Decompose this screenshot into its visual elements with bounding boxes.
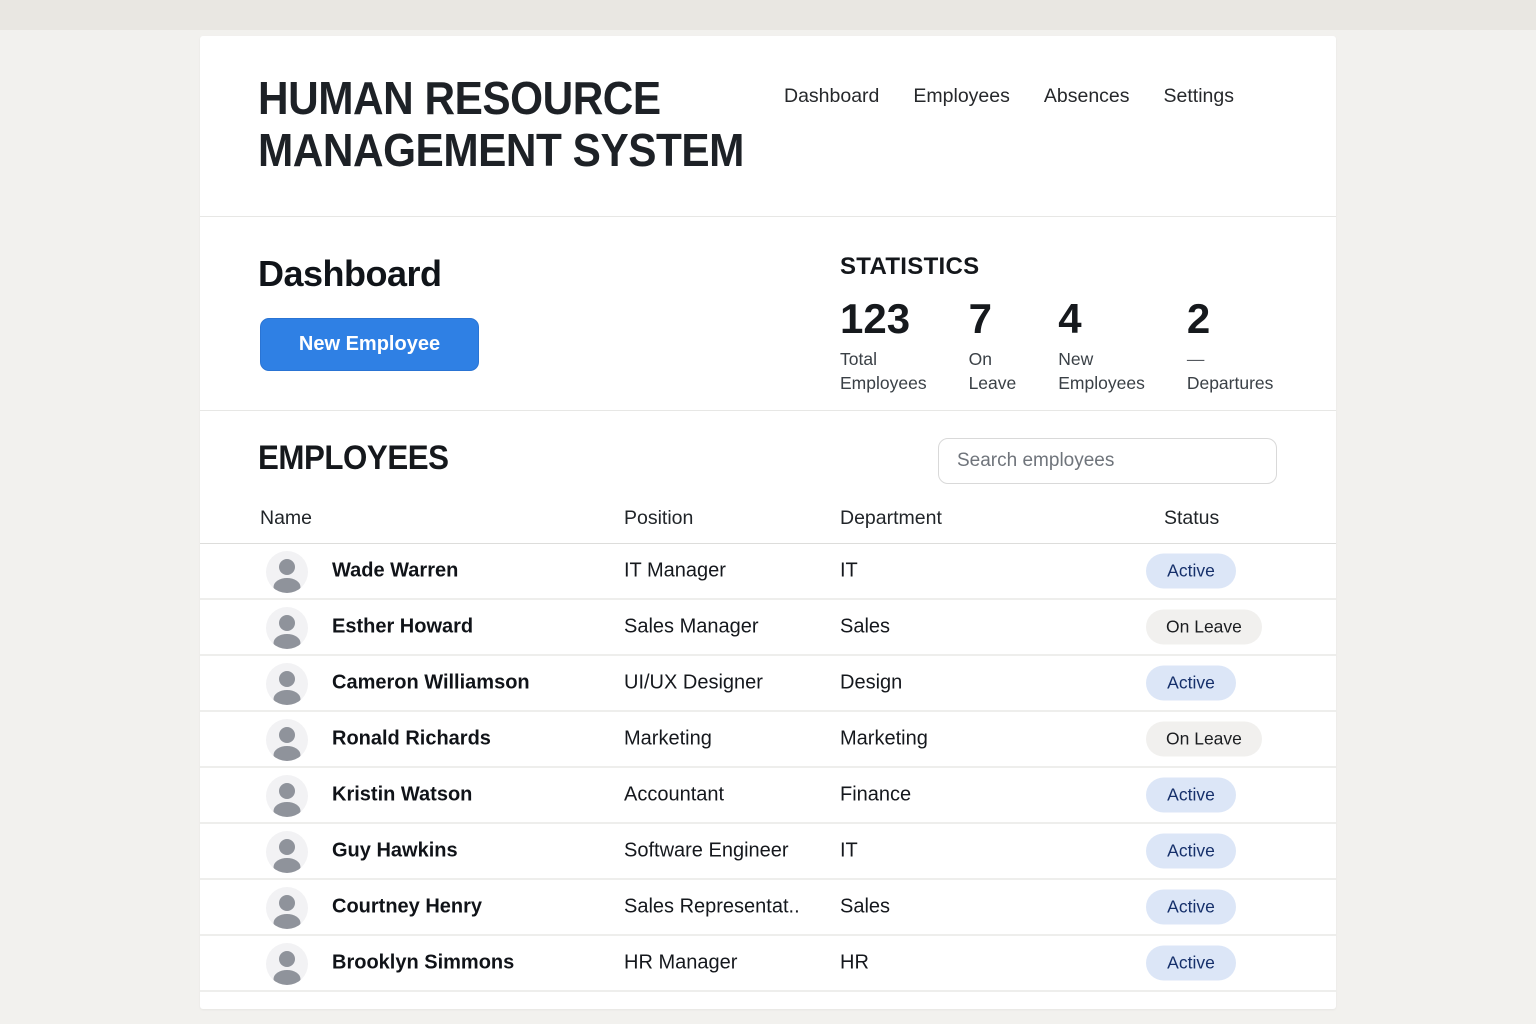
table-row[interactable]: Brooklyn Simmons HR Manager HR Active (200, 936, 1336, 992)
avatar (266, 831, 308, 873)
avatar (266, 663, 308, 705)
employee-name: Brooklyn Simmons (332, 951, 515, 974)
app-window: HUMAN RESOURCE MANAGEMENT SYSTEM Dashboa… (200, 36, 1336, 1009)
status-badge: Active (1146, 945, 1236, 981)
status-badge: Active (1146, 889, 1236, 925)
employee-position: Sales Representat.. (624, 895, 800, 918)
avatar (266, 607, 308, 649)
app-title: HUMAN RESOURCE MANAGEMENT SYSTEM (258, 72, 744, 176)
employee-department: IT (840, 839, 858, 862)
stat-label: Departures (1186, 373, 1274, 393)
avatar (266, 719, 308, 761)
stat-value: 4 (1058, 295, 1082, 342)
status-badge: Active (1146, 665, 1236, 701)
table-row[interactable]: Wade Warren IT Manager IT Active (200, 544, 1336, 600)
avatar (266, 943, 308, 985)
stat-total-employees: 123 Total Employees (840, 297, 927, 395)
statistics-heading: STATISTICS (840, 253, 980, 280)
new-employee-button[interactable]: New Employee (260, 318, 479, 371)
app-title-line2: MANAGEMENT SYSTEM (258, 124, 744, 176)
employees-table: Wade Warren IT Manager IT Active Esther … (200, 543, 1336, 992)
employee-position: HR Manager (624, 951, 738, 974)
table-row[interactable]: Courtney Henry Sales Representat.. Sales… (200, 880, 1336, 936)
stat-on-leave: 7 On Leave (969, 297, 1017, 395)
dashboard-section: Dashboard New Employee STATISTICS 123 To… (200, 217, 1336, 411)
nav-item-employees[interactable]: Employees (913, 85, 1009, 108)
employee-department: Marketing (840, 727, 928, 750)
employee-department: IT (840, 559, 858, 582)
employee-department: HR (840, 951, 869, 974)
stat-value: 123 (840, 295, 911, 342)
employee-name: Esther Howard (332, 615, 474, 638)
avatar (266, 551, 308, 593)
app-title-line1: HUMAN RESOURCE (258, 72, 661, 124)
person-icon (266, 663, 308, 705)
employee-name: Guy Hawkins (332, 839, 458, 862)
person-icon (266, 775, 308, 817)
employee-department: Finance (840, 783, 912, 806)
stat-label: On Leave (968, 349, 1017, 393)
person-icon (266, 943, 308, 985)
status-badge: Active (1146, 777, 1236, 813)
dashboard-heading: Dashboard (258, 253, 442, 294)
employee-name: Courtney Henry (332, 895, 483, 918)
status-badge: Active (1146, 833, 1236, 869)
table-row[interactable]: Kristin Watson Accountant Finance Active (200, 768, 1336, 824)
status-badge: Active (1146, 553, 1236, 589)
status-badge: On Leave (1146, 609, 1262, 645)
person-icon (266, 551, 308, 593)
stat-value: 2 (1186, 295, 1211, 342)
table-row[interactable]: Cameron Williamson UI/UX Designer Design… (200, 656, 1336, 712)
employees-section: EMPLOYEES Name Position Department Statu… (200, 411, 1336, 1007)
stat-value: 7 (968, 295, 992, 342)
avatar (266, 887, 308, 929)
employee-position: UI/UX Designer (624, 671, 763, 694)
table-row[interactable]: Esther Howard Sales Manager Sales On Lea… (200, 600, 1336, 656)
employee-department: Sales (840, 615, 891, 638)
table-row[interactable]: Ronald Richards Marketing Marketing On L… (200, 712, 1336, 768)
column-header-status: Status (1164, 507, 1220, 529)
employee-position: Marketing (624, 727, 712, 750)
nav-item-settings[interactable]: Settings (1164, 85, 1234, 108)
stat-dash: — (1186, 349, 1205, 369)
person-icon (266, 887, 308, 929)
employee-name: Kristin Watson (332, 783, 473, 806)
statistics-panel: STATISTICS 123 Total Employees 7 On Leav… (840, 253, 1273, 395)
employee-name: Cameron Williamson (332, 671, 530, 694)
column-header-position: Position (624, 507, 694, 529)
table-row[interactable]: Guy Hawkins Software Engineer IT Active (200, 824, 1336, 880)
status-badge: On Leave (1146, 721, 1262, 757)
employee-position: Sales Manager (624, 615, 759, 638)
person-icon (266, 719, 308, 761)
employees-heading: EMPLOYEES (258, 439, 449, 477)
stat-departures: 2 — Departures (1187, 297, 1274, 395)
stat-label: New Employees (1058, 349, 1145, 393)
employee-position: Software Engineer (624, 839, 789, 862)
employee-department: Sales (840, 895, 891, 918)
employee-name: Wade Warren (332, 559, 459, 582)
column-header-department: Department (840, 507, 942, 529)
top-banner (0, 0, 1536, 30)
employee-position: Accountant (624, 783, 725, 806)
nav-item-dashboard[interactable]: Dashboard (784, 85, 879, 108)
avatar (266, 775, 308, 817)
employee-department: Design (840, 671, 903, 694)
app-header: HUMAN RESOURCE MANAGEMENT SYSTEM Dashboa… (200, 36, 1336, 217)
person-icon (266, 607, 308, 649)
statistics-row: 123 Total Employees 7 On Leave 4 New Emp… (840, 297, 1273, 395)
main-nav: Dashboard Employees Absences Settings (784, 85, 1234, 108)
stat-label: Total Employees (840, 349, 927, 393)
employee-position: IT Manager (624, 559, 726, 582)
column-header-name: Name (260, 507, 313, 529)
person-icon (266, 831, 308, 873)
search-input[interactable] (938, 438, 1277, 484)
stat-new-employees: 4 New Employees (1058, 297, 1145, 395)
nav-item-absences[interactable]: Absences (1044, 85, 1130, 108)
employee-name: Ronald Richards (332, 727, 491, 750)
